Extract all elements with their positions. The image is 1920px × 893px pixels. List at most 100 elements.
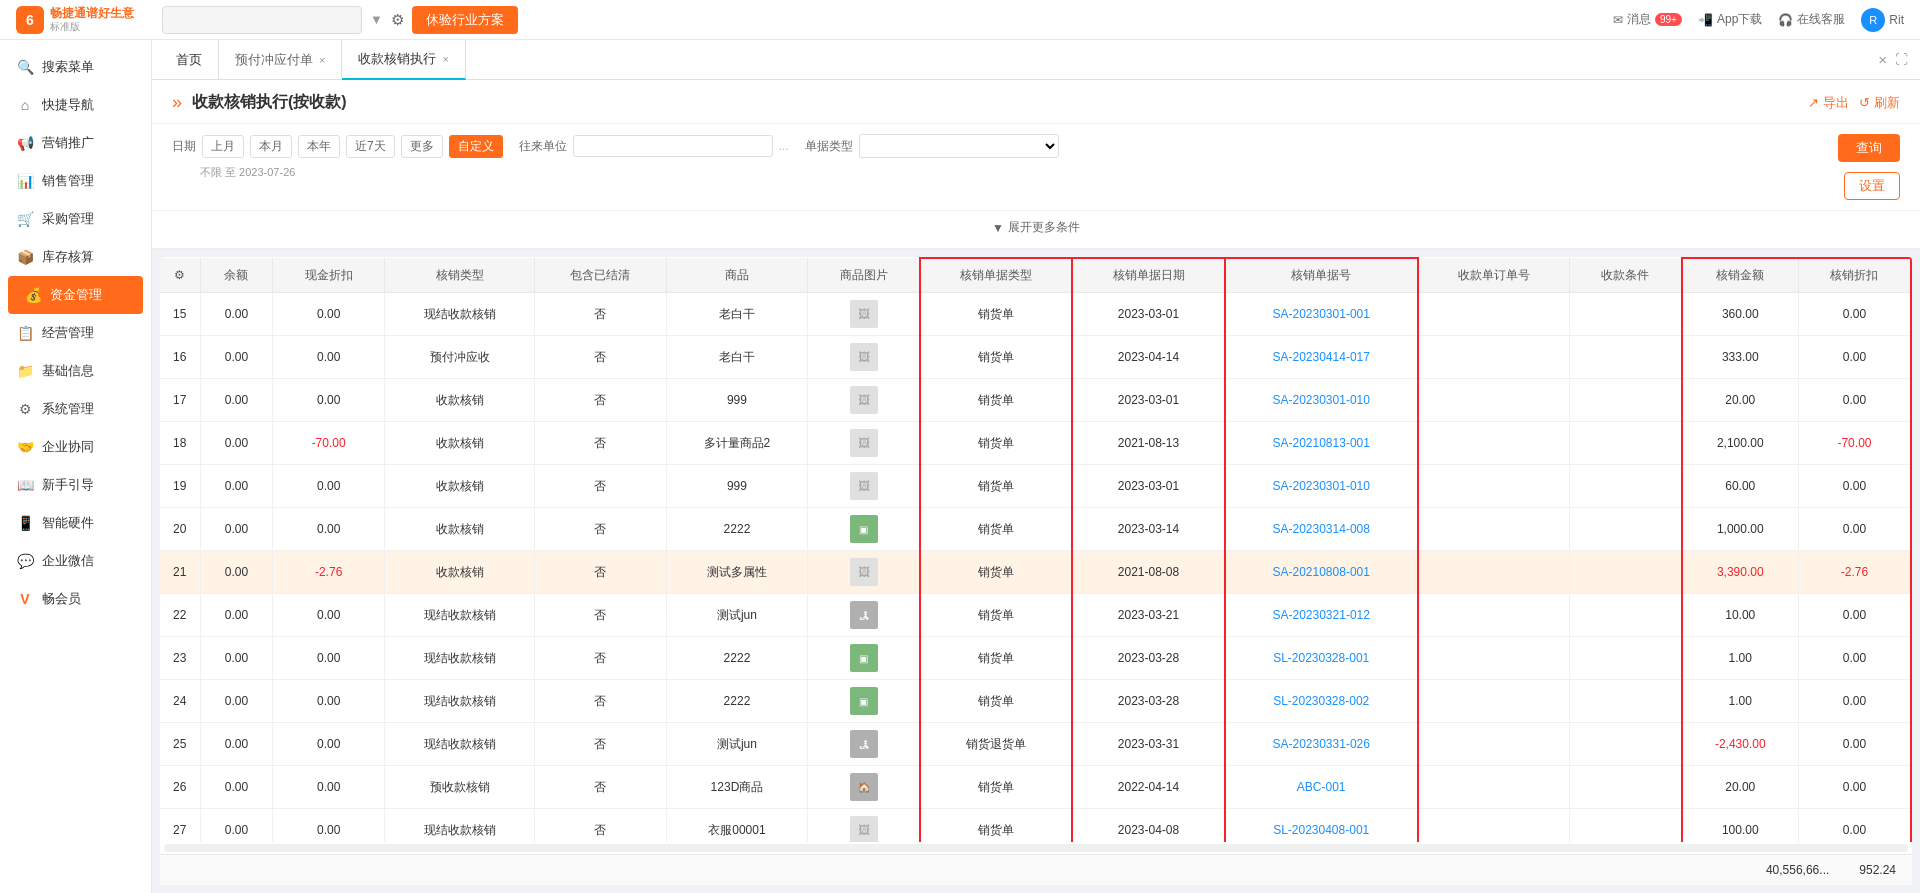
verify-bill-no-link[interactable]: SL-20230408-001 bbox=[1273, 823, 1369, 837]
verify-bill-no-link[interactable]: SA-20210813-001 bbox=[1272, 436, 1369, 450]
refresh-button[interactable]: ↺ 刷新 bbox=[1859, 94, 1900, 112]
sidebar-item-purchase[interactable]: 🛒 采购管理 bbox=[0, 200, 151, 238]
verify-bill-no-link[interactable]: SA-20230331-026 bbox=[1272, 737, 1369, 751]
filter-bill-type-select[interactable] bbox=[859, 134, 1059, 158]
filter-from-unit-input[interactable] bbox=[573, 135, 773, 157]
sidebar-item-corp[interactable]: 🤝 企业协同 bbox=[0, 428, 151, 466]
cell-include-settled: 否 bbox=[535, 379, 666, 422]
sidebar-item-system[interactable]: ⚙ 系统管理 bbox=[0, 390, 151, 428]
cell-verify-discount: 0.00 bbox=[1798, 637, 1911, 680]
sidebar-label-device: 智能硬件 bbox=[42, 514, 94, 532]
verify-bill-no-link[interactable]: SA-20230301-010 bbox=[1272, 479, 1369, 493]
cell-collection-order-no bbox=[1418, 551, 1569, 594]
filter-btn-this-year[interactable]: 本年 bbox=[298, 135, 340, 158]
sidebar: 🔍 搜索菜单 ⌂ 快捷导航 📢 营销推广 📊 销售管理 🛒 采购管理 📦 库存核… bbox=[0, 40, 152, 893]
verify-bill-no-link[interactable]: SA-20230414-017 bbox=[1272, 350, 1369, 364]
brand-sub: 标准版 bbox=[50, 21, 134, 33]
sidebar-item-sales[interactable]: 📊 销售管理 bbox=[0, 162, 151, 200]
search-button[interactable]: 查询 bbox=[1838, 134, 1900, 162]
cell-verify-bill-date: 2023-04-14 bbox=[1072, 336, 1224, 379]
filter-btn-last-month[interactable]: 上月 bbox=[202, 135, 244, 158]
filter-btn-more[interactable]: 更多 bbox=[401, 135, 443, 158]
sidebar-item-inventory[interactable]: 📦 库存核算 bbox=[0, 238, 151, 276]
filter-from-unit-dots[interactable]: ... bbox=[779, 139, 789, 153]
top-search-input[interactable] bbox=[162, 6, 362, 34]
tab-prepay-close-icon[interactable]: × bbox=[319, 54, 325, 66]
cell-cash-discount: 0.00 bbox=[273, 293, 385, 336]
gear-icon[interactable]: ⚙ bbox=[391, 11, 404, 29]
tab-prepay[interactable]: 预付冲应付单 × bbox=[219, 40, 342, 80]
cell-include-settled: 否 bbox=[535, 766, 666, 809]
verify-bill-no-link[interactable]: SA-20230301-001 bbox=[1272, 307, 1369, 321]
tab-home[interactable]: 首页 bbox=[160, 40, 219, 80]
sidebar-item-manage[interactable]: 📋 经营管理 bbox=[0, 314, 151, 352]
table-row: 22 0.00 0.00 现结收款核销 否 测试jun 🏞 销货单 2023-0… bbox=[160, 594, 1911, 637]
sidebar-item-finance[interactable]: 💰 资金管理 bbox=[8, 276, 143, 314]
sidebar-item-quick-nav[interactable]: ⌂ 快捷导航 bbox=[0, 86, 151, 124]
verify-bill-no-link[interactable]: SL-20230328-001 bbox=[1273, 651, 1369, 665]
filter-btn-this-month[interactable]: 本月 bbox=[250, 135, 292, 158]
horizontal-scrollbar[interactable] bbox=[164, 844, 1908, 852]
table-footer: 40,556,66... 952.24 bbox=[160, 854, 1912, 885]
product-image-green: ▣ bbox=[850, 687, 878, 715]
verify-bill-no-link[interactable]: SA-20230321-012 bbox=[1272, 608, 1369, 622]
th-settings[interactable]: ⚙ bbox=[160, 258, 200, 293]
cell-goods: 2222 bbox=[666, 680, 808, 723]
cell-goods-img: ▣ bbox=[808, 680, 920, 723]
user-avatar[interactable]: R Rit bbox=[1861, 8, 1904, 32]
sidebar-label-inventory: 库存核算 bbox=[42, 248, 94, 266]
cell-verify-bill-no: SL-20230328-001 bbox=[1225, 637, 1418, 680]
cell-collection-order-no bbox=[1418, 637, 1569, 680]
verify-bill-no-link[interactable]: SL-20230328-002 bbox=[1273, 694, 1369, 708]
corp-icon: 🤝 bbox=[16, 439, 34, 455]
table-row: 20 0.00 0.00 收款核销 否 2222 ▣ 销货单 2023-03-1… bbox=[160, 508, 1911, 551]
sidebar-item-wechat[interactable]: 💬 企业微信 bbox=[0, 542, 151, 580]
setting-button[interactable]: 设置 bbox=[1844, 172, 1900, 200]
verify-bill-no-link[interactable]: SA-20230301-010 bbox=[1272, 393, 1369, 407]
verify-bill-no-link[interactable]: ABC-001 bbox=[1297, 780, 1346, 794]
cell-include-settled: 否 bbox=[535, 637, 666, 680]
filter-btn-custom[interactable]: 自定义 bbox=[449, 135, 503, 158]
cell-cash-discount: 0.00 bbox=[273, 680, 385, 723]
column-settings-icon: ⚙ bbox=[174, 268, 185, 282]
tab-collection-close-icon[interactable]: × bbox=[442, 53, 448, 65]
sidebar-item-search-menu[interactable]: 🔍 搜索菜单 bbox=[0, 48, 151, 86]
message-btn[interactable]: ✉ 消息 99+ bbox=[1613, 11, 1682, 28]
cell-verify-discount: 0.00 bbox=[1798, 336, 1911, 379]
sidebar-item-member[interactable]: V 畅会员 bbox=[0, 580, 151, 618]
sidebar-label-sales: 销售管理 bbox=[42, 172, 94, 190]
data-table: ⚙ 余额 现金折扣 核销类型 包含已结清 商品 商品图片 核销单据类型 核销单据… bbox=[160, 257, 1912, 842]
table-row: 26 0.00 0.00 预收款核销 否 123D商品 🏠 销货单 2022-0… bbox=[160, 766, 1911, 809]
logo: 6 畅捷通谱好生意 标准版 bbox=[16, 6, 134, 34]
tab-close-all-icon[interactable]: × bbox=[1878, 51, 1887, 68]
verify-bill-no-link[interactable]: SA-20230314-008 bbox=[1272, 522, 1369, 536]
sidebar-label-marketing: 营销推广 bbox=[42, 134, 94, 152]
cell-collection-order-no bbox=[1418, 594, 1569, 637]
table-row: 19 0.00 0.00 收款核销 否 999 🖼 销货单 2023-03-01… bbox=[160, 465, 1911, 508]
page-nav-expand-icon[interactable]: » bbox=[172, 92, 182, 113]
sidebar-item-device[interactable]: 📱 智能硬件 bbox=[0, 504, 151, 542]
cell-cash-discount: -2.76 bbox=[273, 551, 385, 594]
sidebar-item-basic[interactable]: 📁 基础信息 bbox=[0, 352, 151, 390]
tab-collection[interactable]: 收款核销执行 × bbox=[342, 40, 465, 80]
export-button[interactable]: ↗ 导出 bbox=[1808, 94, 1849, 112]
cell-row-num: 16 bbox=[160, 336, 200, 379]
expand-more-btn[interactable]: ▼ 展开更多条件 bbox=[982, 215, 1090, 240]
cell-verify-amount: 20.00 bbox=[1682, 766, 1799, 809]
cell-goods: 老白干 bbox=[666, 293, 808, 336]
cell-balance: 0.00 bbox=[200, 637, 273, 680]
tab-expand-icon[interactable]: ⛶ bbox=[1895, 52, 1908, 67]
cell-cash-discount: 0.00 bbox=[273, 336, 385, 379]
cell-cash-discount: 0.00 bbox=[273, 723, 385, 766]
search-dropdown-icon[interactable]: ▼ bbox=[370, 12, 383, 27]
sidebar-item-guide[interactable]: 📖 新手引导 bbox=[0, 466, 151, 504]
layout: 🔍 搜索菜单 ⌂ 快捷导航 📢 营销推广 📊 销售管理 🛒 采购管理 📦 库存核… bbox=[0, 40, 1920, 893]
service-btn[interactable]: 🎧 在线客服 bbox=[1778, 11, 1845, 28]
app-btn[interactable]: 📲 App下载 bbox=[1698, 11, 1762, 28]
filter-btn-7days[interactable]: 近7天 bbox=[346, 135, 395, 158]
industry-btn[interactable]: 休验行业方案 bbox=[412, 6, 518, 34]
avatar: R bbox=[1861, 8, 1885, 32]
sidebar-item-marketing[interactable]: 📢 营销推广 bbox=[0, 124, 151, 162]
verify-bill-no-link[interactable]: SA-20210808-001 bbox=[1272, 565, 1369, 579]
table-container[interactable]: ⚙ 余额 现金折扣 核销类型 包含已结清 商品 商品图片 核销单据类型 核销单据… bbox=[160, 257, 1912, 842]
